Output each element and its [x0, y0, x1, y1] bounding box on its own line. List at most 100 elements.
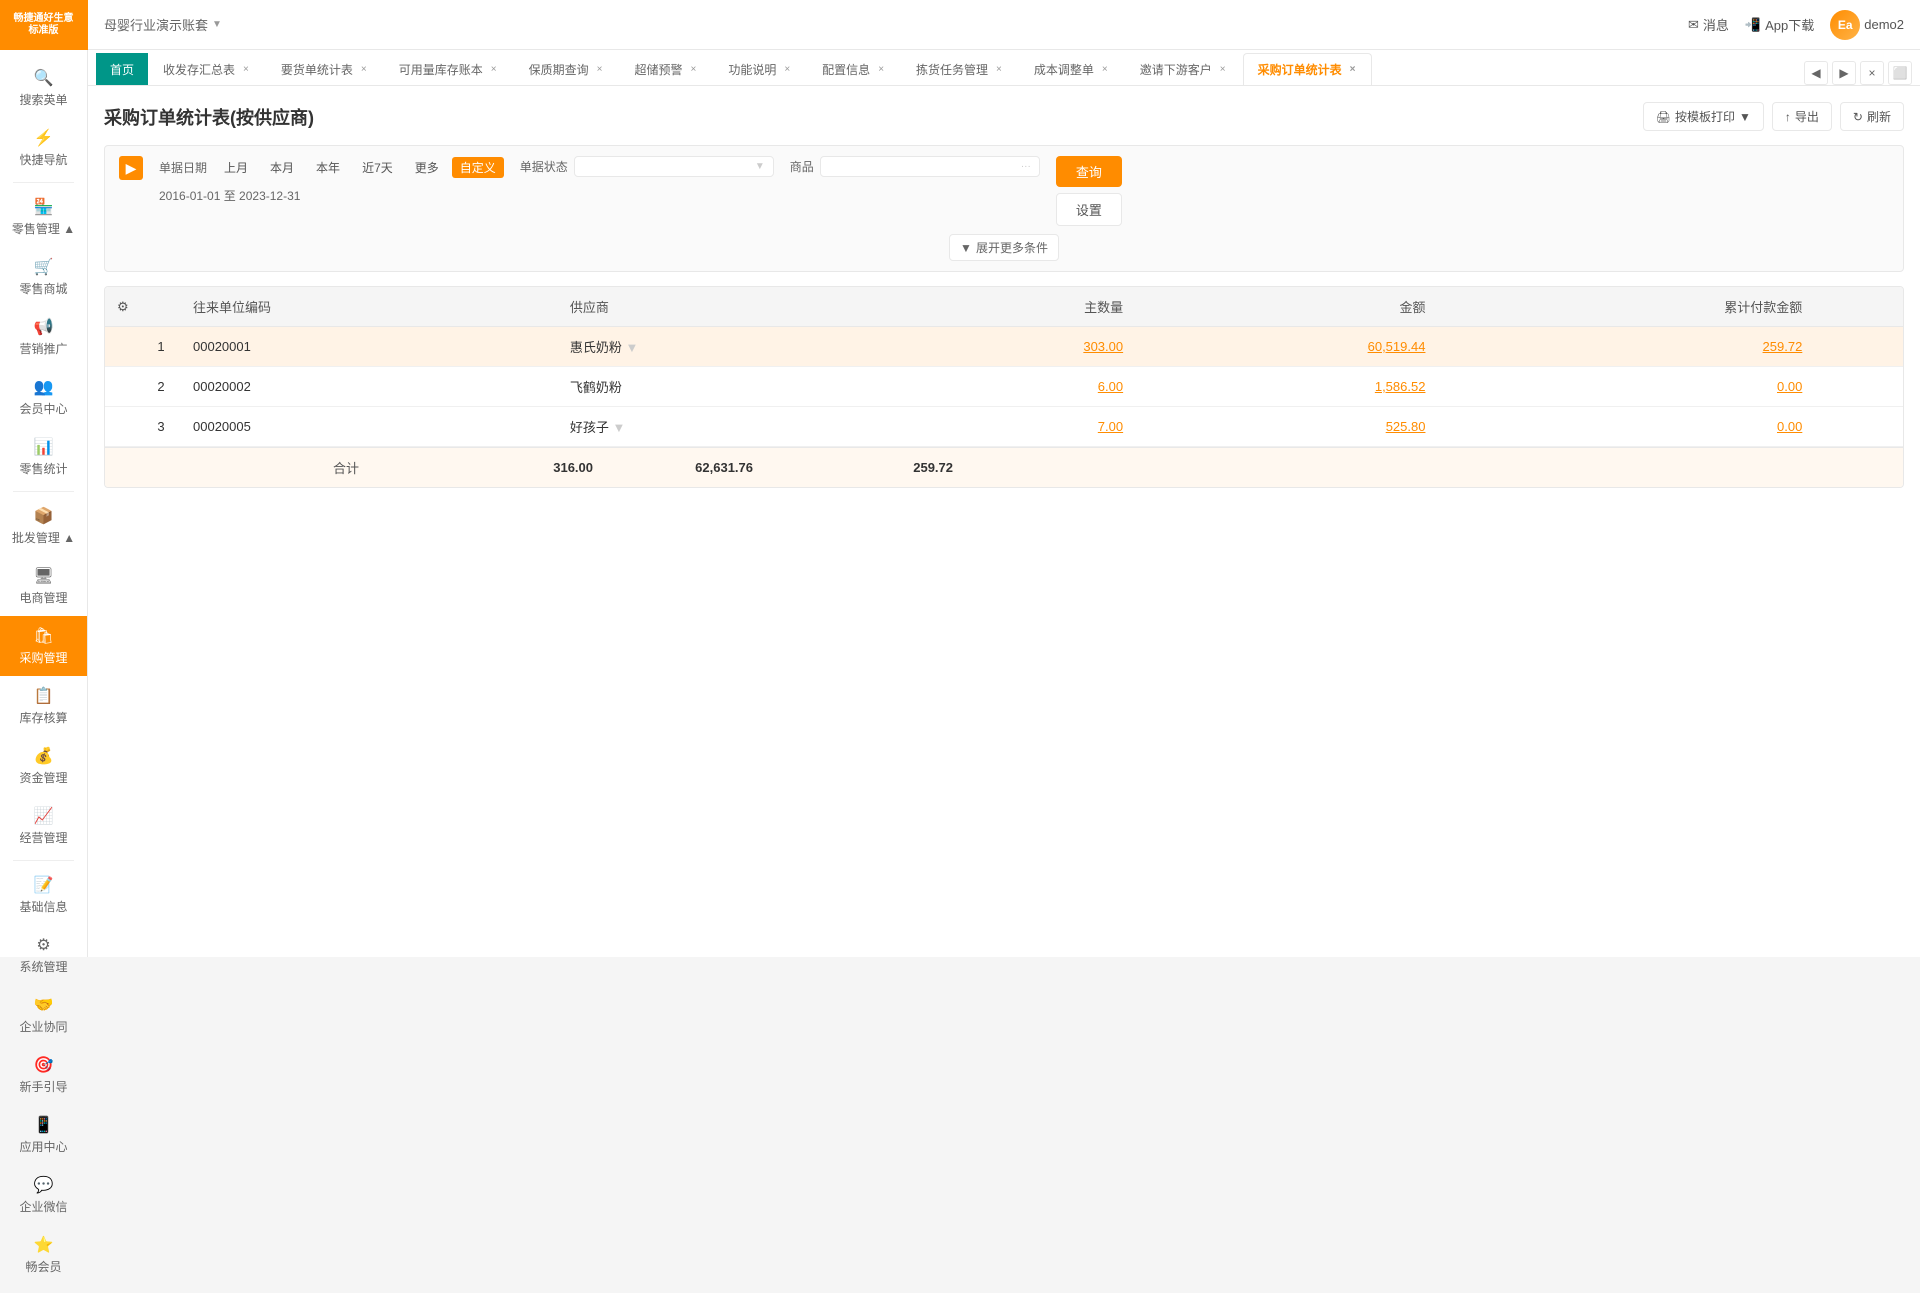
sidebar-item-retail-stats[interactable]: 📊 零售统计: [0, 427, 87, 487]
status-filter-label: 单据状态: [520, 158, 568, 175]
date-shortcut-more[interactable]: 更多: [406, 156, 448, 179]
tab-close-cost-adjust[interactable]: ×: [1100, 62, 1110, 77]
tab-cost-adjust[interactable]: 成本调整单 ×: [1019, 53, 1125, 85]
app-download-button[interactable]: 📲 App下载: [1745, 15, 1814, 34]
date-shortcut-last-month[interactable]: 上月: [215, 156, 257, 179]
settings-button[interactable]: 设置: [1056, 193, 1122, 226]
tab-close-available-inventory[interactable]: ×: [489, 62, 499, 77]
tab-overstock-warning[interactable]: 超储预警 ×: [619, 53, 713, 85]
refresh-button[interactable]: ↻ 刷新: [1840, 102, 1904, 131]
page-header: 采购订单统计表(按供应商) 🖨 按模板打印 ▼ ↑ 导出 ↻ 刷新: [104, 102, 1904, 131]
sidebar-item-ecommerce[interactable]: 🖥 电商管理: [0, 556, 87, 616]
td-check-2[interactable]: [105, 367, 141, 407]
expand-arrow-1[interactable]: ▼: [625, 340, 638, 355]
tab-close-function-desc[interactable]: ×: [782, 62, 792, 77]
tab-picking-task[interactable]: 拣货任务管理 ×: [901, 53, 1019, 85]
tab-maximize[interactable]: ⬜: [1888, 61, 1912, 85]
td-supplier-3: 好孩子 ▼: [558, 407, 900, 447]
sidebar-item-operations[interactable]: 📈 经营管理: [0, 796, 87, 856]
newbie-icon: 🎯: [34, 1055, 54, 1075]
message-button[interactable]: ✉ 消息: [1688, 15, 1729, 34]
date-range-display: 2016-01-01 至 2023-12-31: [159, 187, 504, 204]
td-check-3[interactable]: [105, 407, 141, 447]
paid-amount-link-2[interactable]: 0.00: [1777, 379, 1802, 394]
tab-close-picking-task[interactable]: ×: [994, 62, 1004, 77]
tab-close-purchase-stats[interactable]: ×: [359, 62, 369, 77]
tab-close-receive-summary[interactable]: ×: [241, 62, 251, 77]
amount-link-3[interactable]: 525.80: [1386, 419, 1426, 434]
sidebar-item-marketing[interactable]: 📢 营销推广: [0, 307, 87, 367]
user-menu[interactable]: Ea demo2: [1830, 10, 1904, 40]
tab-function-desc[interactable]: 功能说明 ×: [713, 53, 807, 85]
table-row[interactable]: 2 00020002 飞鹤奶粉 6.00 1,586.52 0.00: [105, 367, 1903, 407]
td-supplier-code-2: 00020002: [181, 367, 558, 407]
sidebar-item-retail[interactable]: 🏪 零售管理 ▲: [0, 187, 87, 247]
expand-more-button[interactable]: ▼ 展开更多条件: [949, 234, 1059, 261]
filter-date-block: 单据日期 上月 本月 本年 近7天 更多 自定义 2016-01-01 至 20…: [159, 156, 504, 204]
th-extra: [1814, 287, 1903, 327]
tab-purchase-order-stats[interactable]: 采购订单统计表 ×: [1243, 53, 1373, 85]
tab-close-invite-downstream[interactable]: ×: [1218, 62, 1228, 77]
tab-close-config-info[interactable]: ×: [876, 62, 886, 77]
date-shortcut-7days[interactable]: 近7天: [353, 156, 402, 179]
table-row[interactable]: 1 00020001 惠氏奶粉 ▼ 303.00 60,519.44: [105, 327, 1903, 367]
sidebar-item-enterprise[interactable]: 🤝 企业协同: [0, 985, 87, 1045]
page-title-actions: 🖨 按模板打印 ▼ ↑ 导出 ↻ 刷新: [1643, 102, 1904, 131]
tab-expiry-query[interactable]: 保质期查询 ×: [514, 53, 620, 85]
sidebar-item-retail-shop[interactable]: 🛒 零售商城: [0, 247, 87, 307]
tab-close-all[interactable]: ×: [1860, 61, 1884, 85]
tab-config-info[interactable]: 配置信息 ×: [807, 53, 901, 85]
tabbar: 首页 收发存汇总表 × 要货单统计表 × 可用量库存账本 × 保质期查询 × 超…: [88, 50, 1920, 86]
sidebar-item-newbie[interactable]: 🎯 新手引导: [0, 1045, 87, 1105]
date-shortcut-custom[interactable]: 自定义: [452, 157, 504, 178]
main-qty-link-3[interactable]: 7.00: [1098, 419, 1123, 434]
tab-invite-downstream[interactable]: 邀请下游客户 ×: [1125, 53, 1243, 85]
sidebar-item-system[interactable]: ⚙ 系统管理: [0, 925, 87, 985]
query-button[interactable]: 查询: [1056, 156, 1122, 187]
sidebar-item-search[interactable]: 🔍 搜索英单: [0, 58, 87, 118]
expand-arrow-3[interactable]: ▼: [612, 420, 625, 435]
export-button[interactable]: ↑ 导出: [1772, 102, 1832, 131]
sidebar-item-wechat[interactable]: 💬 企业微信: [0, 1165, 87, 1225]
enterprise-icon: 🤝: [34, 995, 54, 1015]
goods-filter-label: 商品: [790, 158, 814, 175]
sidebar-item-purchase[interactable]: 🛍 采购管理: [0, 616, 87, 676]
td-check-1[interactable]: [105, 327, 141, 367]
goods-input[interactable]: ···: [820, 156, 1040, 177]
sidebar-item-quick-nav[interactable]: ⚡ 快捷导航: [0, 118, 87, 178]
filter-toggle-arrow[interactable]: ▶: [119, 156, 143, 180]
amount-link-2[interactable]: 1,586.52: [1375, 379, 1426, 394]
sidebar-item-finance[interactable]: 💰 资金管理: [0, 736, 87, 796]
basic-icon: 📝: [34, 875, 54, 895]
sidebar-item-basic[interactable]: 📝 基础信息: [0, 865, 87, 925]
tab-scroll-right[interactable]: ▶: [1832, 61, 1856, 85]
tab-close-purchase-order-stats[interactable]: ×: [1348, 62, 1358, 77]
tab-close-expiry-query[interactable]: ×: [595, 62, 605, 77]
date-shortcut-this-year[interactable]: 本年: [307, 156, 349, 179]
footer-values: 316.00 62,631.76 259.72: [453, 460, 1891, 475]
sidebar-item-member[interactable]: 👥 会员中心: [0, 367, 87, 427]
inner-content: 采购订单统计表(按供应商) 🖨 按模板打印 ▼ ↑ 导出 ↻ 刷新: [88, 86, 1920, 957]
paid-amount-link-3[interactable]: 0.00: [1777, 419, 1802, 434]
tab-receive-summary[interactable]: 收发存汇总表 ×: [148, 53, 266, 85]
paid-amount-link-1[interactable]: 259.72: [1763, 339, 1803, 354]
main-qty-link-2[interactable]: 6.00: [1098, 379, 1123, 394]
sidebar-item-app-center[interactable]: 📱 应用中心: [0, 1105, 87, 1165]
amount-link-1[interactable]: 60,519.44: [1368, 339, 1426, 354]
sidebar-item-wholesale[interactable]: 📦 批发管理 ▲: [0, 496, 87, 556]
account-switcher[interactable]: 母婴行业演示账套 ▼: [104, 15, 222, 34]
tab-available-inventory[interactable]: 可用量库存账本 ×: [384, 53, 514, 85]
print-button[interactable]: 🖨 按模板打印 ▼: [1643, 102, 1764, 131]
data-table-wrapper: ⚙ 往来单位编码 供应商 主数量 金额 累计付款金额: [104, 286, 1904, 488]
tab-home[interactable]: 首页: [96, 53, 148, 85]
sidebar-item-vip[interactable]: ⭐ 畅会员: [0, 1225, 87, 1285]
status-select[interactable]: ▼: [574, 156, 774, 177]
th-gear[interactable]: ⚙: [105, 287, 141, 327]
tab-close-overstock-warning[interactable]: ×: [688, 62, 698, 77]
table-row[interactable]: 3 00020005 好孩子 ▼ 7.00 525.80: [105, 407, 1903, 447]
sidebar-item-inventory[interactable]: 📋 库存核算: [0, 676, 87, 736]
tab-purchase-stats[interactable]: 要货单统计表 ×: [266, 53, 384, 85]
tab-scroll-left[interactable]: ◀: [1804, 61, 1828, 85]
date-shortcut-this-month[interactable]: 本月: [261, 156, 303, 179]
main-qty-link-1[interactable]: 303.00: [1083, 339, 1123, 354]
